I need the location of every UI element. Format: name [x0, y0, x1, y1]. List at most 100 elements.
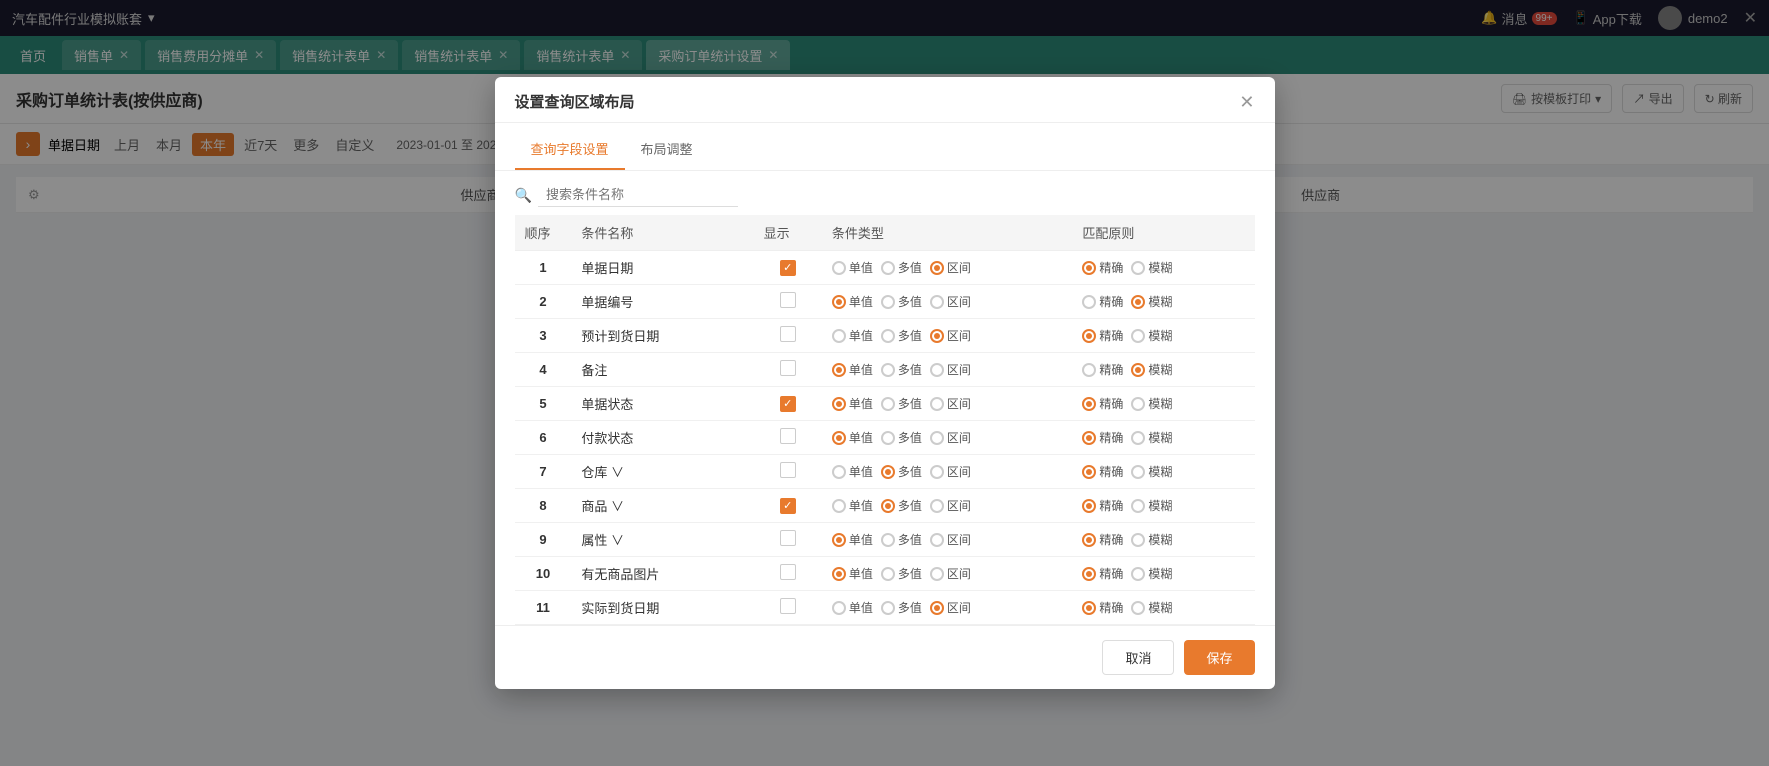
rule-radio-精确[interactable]: 精确	[1082, 395, 1123, 412]
row-display-checkbox[interactable]	[754, 353, 822, 387]
type-radio-多值[interactable]: 多值	[881, 565, 922, 582]
checkbox-unchecked[interactable]	[780, 326, 796, 342]
rule-radio-模糊[interactable]: 模糊	[1131, 497, 1172, 514]
row-name: 仓库 ∨	[571, 455, 753, 489]
type-radio-单值[interactable]: 单值	[832, 395, 873, 412]
row-display-checkbox[interactable]	[754, 285, 822, 319]
type-radio-区间[interactable]: 区间	[930, 531, 971, 548]
row-display-checkbox[interactable]	[754, 421, 822, 455]
type-radio-区间[interactable]: 区间	[930, 429, 971, 446]
type-radio-多值[interactable]: 多值	[881, 395, 922, 412]
type-radio-区间[interactable]: 区间	[930, 327, 971, 344]
checkbox-unchecked[interactable]	[780, 564, 796, 580]
type-radio-多值[interactable]: 多值	[881, 463, 922, 480]
type-radio-多值[interactable]: 多值	[881, 293, 922, 310]
rule-radio-模糊[interactable]: 模糊	[1131, 259, 1172, 276]
row-display-checkbox[interactable]: ✓	[754, 251, 822, 285]
rule-radio-模糊[interactable]: 模糊	[1131, 293, 1172, 310]
row-display-checkbox[interactable]	[754, 523, 822, 557]
row-type: 单值多值 区间	[822, 285, 1072, 319]
row-display-checkbox[interactable]	[754, 591, 822, 625]
type-radio-多值[interactable]: 多值	[881, 259, 922, 276]
rule-radio-精确[interactable]: 精确	[1082, 463, 1123, 480]
type-radio-单值[interactable]: 单值	[832, 259, 873, 276]
save-label: 保存	[1206, 651, 1232, 666]
row-display-checkbox[interactable]: ✓	[754, 489, 822, 523]
type-radio-区间[interactable]: 区间	[930, 259, 971, 276]
checkbox-unchecked[interactable]	[780, 292, 796, 308]
checkbox-checked[interactable]: ✓	[780, 498, 796, 514]
rule-radio-模糊[interactable]: 模糊	[1131, 429, 1172, 446]
type-radio-单值[interactable]: 单值	[832, 361, 873, 378]
search-icon: 🔍	[515, 187, 532, 204]
rule-radio-模糊[interactable]: 模糊	[1131, 599, 1172, 616]
rule-radio-精确[interactable]: 精确	[1082, 361, 1123, 378]
type-radio-区间[interactable]: 区间	[930, 395, 971, 412]
type-radio-单值[interactable]: 单值	[832, 565, 873, 582]
type-radio-多值[interactable]: 多值	[881, 599, 922, 616]
radio-dot	[881, 499, 895, 513]
rule-radio-精确[interactable]: 精确	[1082, 259, 1123, 276]
tab-query-fields[interactable]: 查询字段设置	[515, 133, 625, 170]
radio-dot	[881, 261, 895, 275]
type-radio-区间[interactable]: 区间	[930, 293, 971, 310]
type-radio-多值[interactable]: 多值	[881, 327, 922, 344]
type-radio-单值[interactable]: 单值	[832, 497, 873, 514]
rule-radio-精确[interactable]: 精确	[1082, 497, 1123, 514]
row-display-checkbox[interactable]	[754, 319, 822, 353]
search-input[interactable]	[538, 183, 738, 207]
type-radio-单值[interactable]: 单值	[832, 531, 873, 548]
type-radio-单值[interactable]: 单值	[832, 463, 873, 480]
checkbox-checked[interactable]: ✓	[780, 396, 796, 412]
checkbox-unchecked[interactable]	[780, 360, 796, 376]
rule-radio-精确[interactable]: 精确	[1082, 565, 1123, 582]
type-radio-多值[interactable]: 多值	[881, 361, 922, 378]
th-name: 条件名称	[571, 215, 753, 251]
radio-label: 区间	[947, 293, 971, 310]
row-display-checkbox[interactable]	[754, 455, 822, 489]
rule-radio-精确[interactable]: 精确	[1082, 599, 1123, 616]
cancel-button[interactable]: 取消	[1102, 640, 1174, 675]
rule-radio-精确[interactable]: 精确	[1082, 531, 1123, 548]
radio-label: 区间	[947, 327, 971, 344]
type-radio-单值[interactable]: 单值	[832, 327, 873, 344]
type-radio-区间[interactable]: 区间	[930, 361, 971, 378]
row-rule: 精确模糊	[1072, 591, 1254, 625]
checkbox-unchecked[interactable]	[780, 462, 796, 478]
rule-radio-精确[interactable]: 精确	[1082, 327, 1123, 344]
type-radio-区间[interactable]: 区间	[930, 497, 971, 514]
rule-radio-模糊[interactable]: 模糊	[1131, 531, 1172, 548]
radio-label: 多值	[898, 327, 922, 344]
rule-radio-模糊[interactable]: 模糊	[1131, 463, 1172, 480]
type-radio-单值[interactable]: 单值	[832, 293, 873, 310]
type-radio-单值[interactable]: 单值	[832, 429, 873, 446]
rule-radio-模糊[interactable]: 模糊	[1131, 565, 1172, 582]
checkbox-checked[interactable]: ✓	[780, 260, 796, 276]
type-radio-单值[interactable]: 单值	[832, 599, 873, 616]
type-radio-多值[interactable]: 多值	[881, 429, 922, 446]
radio-dot	[930, 329, 944, 343]
radio-label: 多值	[898, 429, 922, 446]
checkbox-unchecked[interactable]	[780, 530, 796, 546]
radio-dot	[1082, 533, 1096, 547]
type-radio-区间[interactable]: 区间	[930, 463, 971, 480]
row-name: 单据日期	[571, 251, 753, 285]
radio-label: 区间	[947, 497, 971, 514]
save-button[interactable]: 保存	[1184, 640, 1254, 675]
radio-dot	[832, 533, 846, 547]
type-radio-多值[interactable]: 多值	[881, 497, 922, 514]
modal-close-btn[interactable]: ✕	[1239, 93, 1254, 111]
type-radio-区间[interactable]: 区间	[930, 599, 971, 616]
checkbox-unchecked[interactable]	[780, 428, 796, 444]
tab-layout-adjust[interactable]: 布局调整	[625, 133, 709, 170]
rule-radio-精确[interactable]: 精确	[1082, 429, 1123, 446]
rule-radio-精确[interactable]: 精确	[1082, 293, 1123, 310]
checkbox-unchecked[interactable]	[780, 598, 796, 614]
row-display-checkbox[interactable]	[754, 557, 822, 591]
type-radio-区间[interactable]: 区间	[930, 565, 971, 582]
rule-radio-模糊[interactable]: 模糊	[1131, 327, 1172, 344]
row-display-checkbox[interactable]: ✓	[754, 387, 822, 421]
rule-radio-模糊[interactable]: 模糊	[1131, 395, 1172, 412]
rule-radio-模糊[interactable]: 模糊	[1131, 361, 1172, 378]
type-radio-多值[interactable]: 多值	[881, 531, 922, 548]
